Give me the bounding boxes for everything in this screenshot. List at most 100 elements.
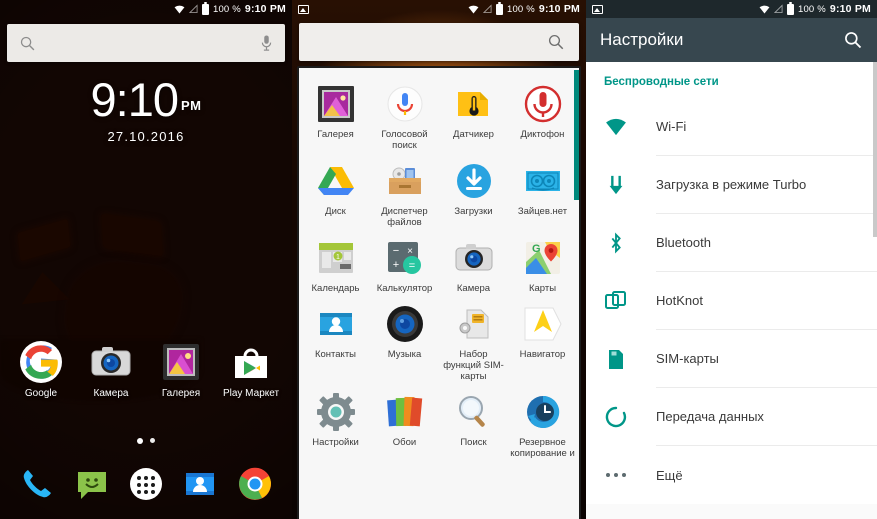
drawer-app-label: Камера xyxy=(456,283,491,294)
drawer-app-label: Навигатор xyxy=(519,349,566,360)
home-screen-panel: 100 % 9:10 PM 9:10 PM 27.10.2016 Google … xyxy=(0,0,292,519)
google-drive-icon xyxy=(316,161,356,201)
microphone-icon[interactable] xyxy=(260,34,273,52)
sim-card-icon xyxy=(604,347,628,371)
settings-item-data-usage[interactable]: Передача данных xyxy=(586,388,877,446)
wallpaper-icon xyxy=(385,392,425,432)
status-bar-home: 100 % 9:10 PM xyxy=(0,0,292,18)
settings-item-turbo-download[interactable]: Загрузка в режиме Turbo xyxy=(586,156,877,214)
settings-item-sim-cards[interactable]: SIM-карты xyxy=(586,330,877,388)
drawer-app-label: Календарь xyxy=(311,283,360,294)
google-search-widget[interactable] xyxy=(7,24,285,62)
drawer-app-label: Диспетчер файлов xyxy=(381,206,428,228)
svg-text:+: + xyxy=(392,259,398,271)
app-drawer-icon xyxy=(129,468,162,500)
settings-section-header: Беспроводные сети xyxy=(586,62,877,98)
drawer-app-search[interactable]: Поиск xyxy=(439,386,508,461)
wifi-icon xyxy=(604,115,628,139)
status-bar-right: 100 % 9:10 PM xyxy=(174,2,286,15)
dock-contacts[interactable] xyxy=(180,464,220,504)
svg-text:×: × xyxy=(407,246,413,257)
drawer-app-label: Карты xyxy=(528,283,557,294)
drawer-app-backup[interactable]: Резервное копирование и xyxy=(508,386,577,461)
drawer-app-wallpaper[interactable]: Обои xyxy=(370,386,439,461)
drawer-search-bar[interactable] xyxy=(299,23,579,61)
home-app-play-store[interactable]: Play Маркет xyxy=(220,340,282,399)
drawer-app-label: Зайцев.нет xyxy=(517,206,568,217)
google-maps-icon: G xyxy=(523,238,563,278)
drawer-app-calendar[interactable]: 1 Календарь xyxy=(301,232,370,296)
drawer-app-label: Датчикер xyxy=(453,129,494,140)
drawer-app-gallery[interactable]: Галерея xyxy=(301,78,370,153)
drawer-app-music[interactable]: Музыка xyxy=(370,298,439,384)
drawer-app-label: Загрузки xyxy=(454,206,493,217)
voice-search-icon xyxy=(385,84,425,124)
status-bar-settings: 100 % 9:10 PM xyxy=(586,0,877,18)
drawer-app-label: Набор функций SIM-карты xyxy=(443,349,504,382)
page-dot[interactable] xyxy=(150,438,155,443)
settings-scrollbar[interactable] xyxy=(873,62,877,237)
dock-app-drawer[interactable] xyxy=(126,464,166,504)
bluetooth-icon xyxy=(604,231,628,255)
drawer-app-label: Галерея xyxy=(317,129,354,140)
status-clock: 9:10 PM xyxy=(829,3,871,15)
status-bar-right: 100 % 9:10 PM xyxy=(759,2,871,15)
settings-item-wifi[interactable]: Wi-Fi xyxy=(586,98,877,156)
home-app-camera[interactable]: Камера xyxy=(80,340,142,399)
signal-icon xyxy=(773,4,783,14)
drawer-app-contacts[interactable]: Контакты xyxy=(301,298,370,384)
drawer-app-sim-toolkit[interactable]: Набор функций SIM-карты xyxy=(439,298,508,384)
clock-time: 9:10 xyxy=(90,73,179,126)
drawer-app-maps[interactable]: G Карты xyxy=(508,232,577,296)
settings-item-label: SIM-карты xyxy=(656,330,877,388)
dock-phone[interactable] xyxy=(17,464,57,504)
home-app-google[interactable]: Google xyxy=(10,340,72,399)
settings-item-hotknot[interactable]: HotKnot xyxy=(586,272,877,330)
file-manager-icon xyxy=(385,161,425,201)
settings-item-bluetooth[interactable]: Bluetooth xyxy=(586,214,877,272)
drawer-app-navigator[interactable]: Навигатор xyxy=(508,298,577,384)
home-app-label: Галерея xyxy=(161,388,201,399)
settings-panel: 100 % 9:10 PM Настройки Беспроводные сет… xyxy=(586,0,877,519)
svg-text:=: = xyxy=(408,260,414,272)
drawer-app-sensor[interactable]: Датчикер xyxy=(439,78,508,153)
settings-item-more[interactable]: Ещё xyxy=(586,446,877,504)
drawer-app-zaycev[interactable]: Зайцев.нет xyxy=(508,155,577,230)
drawer-app-label: Контакты xyxy=(314,349,357,360)
drawer-app-downloads[interactable]: Загрузки xyxy=(439,155,508,230)
contacts-icon xyxy=(316,304,356,344)
home-app-row: Google Камера Галерея Play Маркет xyxy=(0,340,292,399)
phone-icon xyxy=(23,470,52,498)
play-store-icon xyxy=(229,340,273,384)
drawer-app-voice-recorder[interactable]: Диктофон xyxy=(508,78,577,153)
clock-date: 27.10.2016 xyxy=(107,129,185,144)
status-clock: 9:10 PM xyxy=(538,3,580,15)
signal-icon xyxy=(482,4,492,14)
drawer-app-calculator[interactable]: − × + = Калькулятор xyxy=(370,232,439,296)
svg-text:G: G xyxy=(532,243,541,255)
search-icon[interactable] xyxy=(843,30,863,50)
drawer-app-voice-search[interactable]: Голосовой поиск xyxy=(370,78,439,153)
status-bar-right: 100 % 9:10 PM xyxy=(468,2,580,15)
dock-messaging[interactable] xyxy=(72,464,112,504)
clock-widget[interactable]: 9:10 PM 27.10.2016 xyxy=(0,76,292,144)
drawer-app-file-manager[interactable]: Диспетчер файлов xyxy=(370,155,439,230)
drawer-app-drive[interactable]: Диск xyxy=(301,155,370,230)
dock-chrome[interactable] xyxy=(235,464,275,504)
home-app-label: Камера xyxy=(93,388,129,399)
drawer-app-grid: Галерея Голосовой поиск Датчикер Диктофо… xyxy=(299,68,579,461)
home-dock xyxy=(0,457,292,511)
home-app-gallery[interactable]: Галерея xyxy=(150,340,212,399)
drawer-app-settings[interactable]: Настройки xyxy=(301,386,370,461)
status-bar-left xyxy=(592,4,759,14)
settings-item-label: Bluetooth xyxy=(656,214,877,272)
page-title: Настройки xyxy=(600,30,684,49)
drawer-scrollbar[interactable] xyxy=(574,70,579,200)
screenshot-root: 100 % 9:10 PM 9:10 PM 27.10.2016 Google … xyxy=(0,0,877,519)
page-dot-active[interactable] xyxy=(137,438,143,444)
settings-list: Wi-Fi Загрузка в режиме Turbo Bluetooth xyxy=(586,98,877,504)
drawer-app-camera[interactable]: Камера xyxy=(439,232,508,296)
music-icon xyxy=(385,304,425,344)
calculator-icon: − × + = xyxy=(385,238,425,278)
data-usage-icon xyxy=(604,405,628,429)
